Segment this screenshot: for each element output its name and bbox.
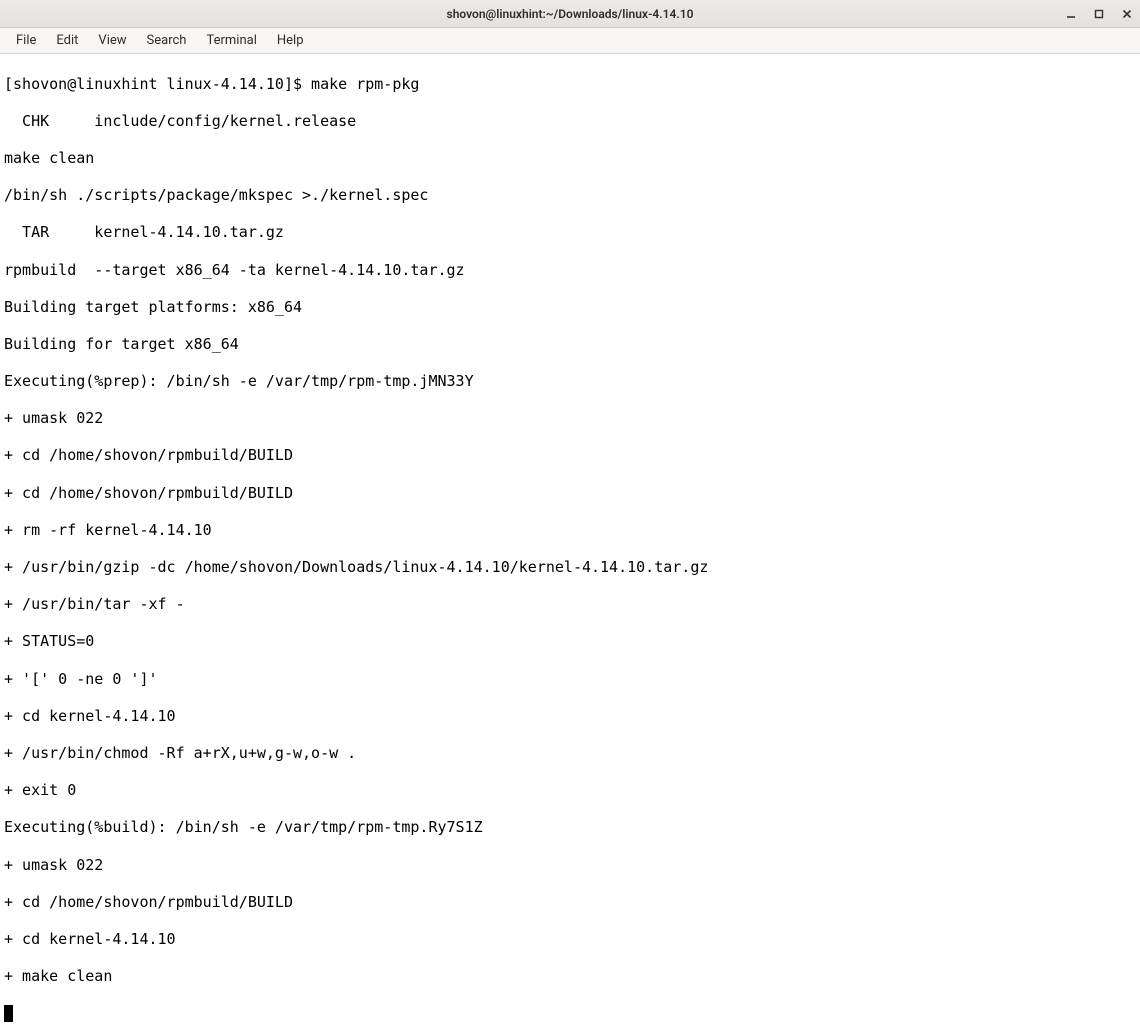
menu-bar: File Edit View Search Terminal Help	[0, 28, 1140, 54]
terminal-line: + cd kernel-4.14.10	[4, 707, 1136, 726]
terminal-line: TAR kernel-4.14.10.tar.gz	[4, 223, 1136, 242]
menu-file[interactable]: File	[6, 30, 46, 51]
terminal-line: Executing(%build): /bin/sh -e /var/tmp/r…	[4, 818, 1136, 837]
terminal-line: /bin/sh ./scripts/package/mkspec >./kern…	[4, 186, 1136, 205]
menu-view[interactable]: View	[88, 30, 136, 51]
terminal-line: + umask 022	[4, 409, 1136, 428]
menu-terminal[interactable]: Terminal	[196, 30, 266, 51]
terminal-line: Executing(%prep): /bin/sh -e /var/tmp/rp…	[4, 372, 1136, 391]
terminal-line: Building target platforms: x86_64	[4, 298, 1136, 317]
terminal-line: + exit 0	[4, 781, 1136, 800]
minimize-button[interactable]	[1064, 7, 1078, 21]
close-button[interactable]	[1120, 7, 1134, 21]
terminal-line: + cd /home/shovon/rpmbuild/BUILD	[4, 484, 1136, 503]
terminal-line: + make clean	[4, 967, 1136, 986]
window-controls	[1064, 0, 1134, 27]
terminal-line: rpmbuild --target x86_64 -ta kernel-4.14…	[4, 261, 1136, 280]
terminal-line: CHK include/config/kernel.release	[4, 112, 1136, 131]
terminal-line: make clean	[4, 149, 1136, 168]
terminal-line: + umask 022	[4, 856, 1136, 875]
terminal-cursor	[4, 1005, 13, 1022]
terminal-line: + cd kernel-4.14.10	[4, 930, 1136, 949]
terminal-output[interactable]: [shovon@linuxhint linux-4.14.10]$ make r…	[0, 54, 1140, 1025]
title-bar: shovon@linuxhint:~/Downloads/linux-4.14.…	[0, 0, 1140, 28]
terminal-line: + /usr/bin/tar -xf -	[4, 595, 1136, 614]
menu-help[interactable]: Help	[267, 30, 314, 51]
terminal-line: + /usr/bin/gzip -dc /home/shovon/Downloa…	[4, 558, 1136, 577]
terminal-line: + cd /home/shovon/rpmbuild/BUILD	[4, 446, 1136, 465]
terminal-line: + rm -rf kernel-4.14.10	[4, 521, 1136, 540]
menu-search[interactable]: Search	[137, 30, 197, 51]
terminal-line: + /usr/bin/chmod -Rf a+rX,u+w,g-w,o-w .	[4, 744, 1136, 763]
terminal-line: + cd /home/shovon/rpmbuild/BUILD	[4, 893, 1136, 912]
terminal-line: + '[' 0 -ne 0 ']'	[4, 670, 1136, 689]
terminal-line: Building for target x86_64	[4, 335, 1136, 354]
maximize-button[interactable]	[1092, 7, 1106, 21]
window-title: shovon@linuxhint:~/Downloads/linux-4.14.…	[447, 7, 694, 21]
terminal-line: + STATUS=0	[4, 632, 1136, 651]
menu-edit[interactable]: Edit	[46, 30, 88, 51]
terminal-line: [shovon@linuxhint linux-4.14.10]$ make r…	[4, 75, 1136, 94]
